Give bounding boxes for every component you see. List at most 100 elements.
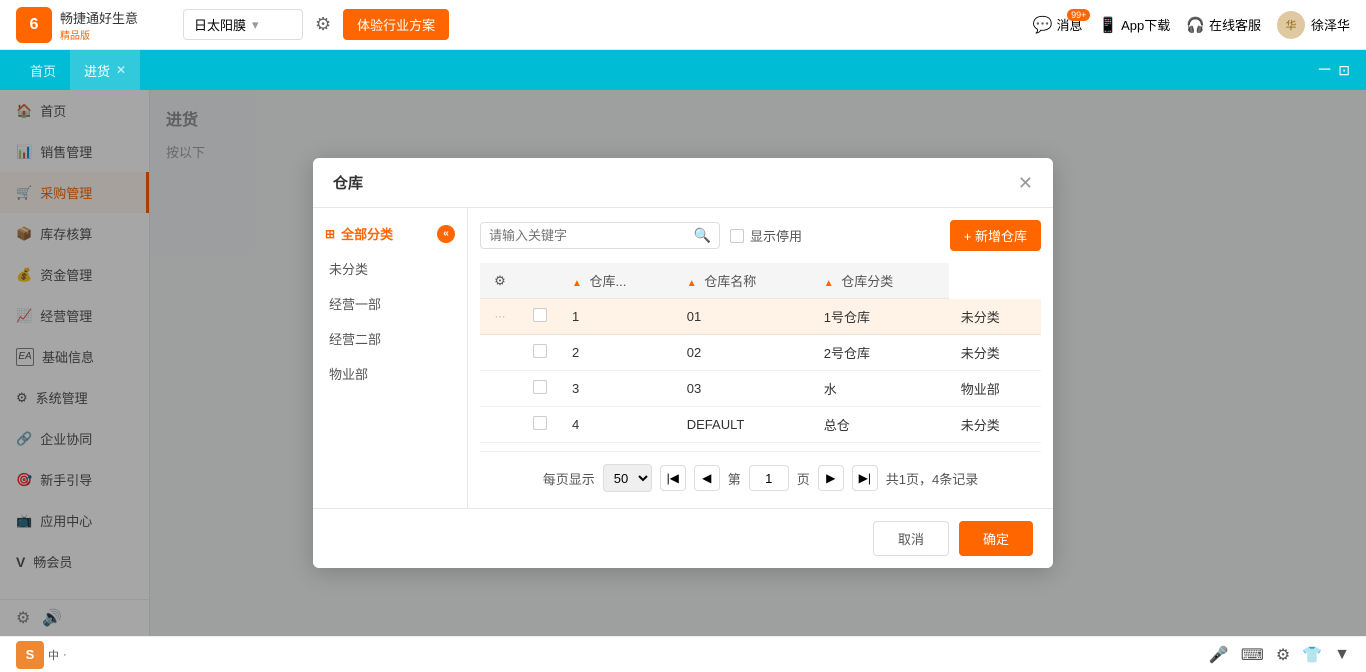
header-right: 💬 99+ 消息 📱 App下载 🎧 在线客服 华 徐泽华 [1033,11,1350,39]
nav-tab-purchase-close[interactable]: ✕ [116,63,126,77]
col-name[interactable]: ▲ 仓库名称 [675,263,812,299]
grid-icon: ⊞ [325,227,335,241]
table-row[interactable]: 2 02 2号仓库 未分类 [480,335,1041,371]
search-box[interactable]: 🔍 [480,222,720,249]
col-category[interactable]: ▲ 仓库分类 [812,263,949,299]
row1-checkbox[interactable] [520,299,560,335]
phone-icon: 📱 [1098,16,1117,34]
row4-code: DEFAULT [675,407,812,443]
modal-body: ⊞ 全部分类 « 未分类 经营一部 经营二部 物业部 [313,208,1053,508]
app-label: App下载 [1121,15,1170,34]
row1-settings: ··· [480,299,520,335]
total-info: 共1页，4条记录 [886,469,978,488]
more-icon[interactable]: ▼ [1334,646,1350,664]
trial-button[interactable]: 体验行业方案 [343,9,449,40]
table-row[interactable]: 3 03 水 物业部 [480,371,1041,407]
row4-settings [480,407,520,443]
user-area[interactable]: 华 徐泽华 [1277,11,1350,39]
row4-index: 4 [560,407,675,443]
avatar: 华 [1277,11,1305,39]
message-notification[interactable]: 💬 99+ 消息 [1033,15,1083,35]
col-category-label: 仓库分类 [841,274,893,289]
top-right-minimize[interactable]: ─ [1319,61,1330,79]
row3-name: 水 [812,371,949,407]
message-icon: 💬 [1033,15,1053,35]
row2-index: 2 [560,335,675,371]
page-first-btn[interactable]: |◀ [660,465,686,491]
row1-index: 1 [560,299,675,335]
modal-overlay[interactable]: 仓库 ✕ ⊞ 全部分类 « 未分类 经营一部 经营二部 [0,90,1366,636]
table-row[interactable]: 4 DEFAULT 总仓 未分类 [480,407,1041,443]
table-panel: 🔍 显示停用 + 新增仓库 ⚙ [468,208,1053,508]
row3-index: 3 [560,371,675,407]
col-name-sort-icon: ▲ [687,278,697,289]
col-checkbox[interactable] [520,263,560,299]
headset-icon: 🎧 [1186,16,1205,34]
logo-text: 畅捷通好生意 精品版 [60,8,138,42]
page-next-btn[interactable]: ▶ [818,465,844,491]
row3-settings [480,371,520,407]
nav-tab-home[interactable]: 首页 [16,50,70,90]
mic-icon[interactable]: 🎤 [1209,645,1229,665]
table-toolbar: 🔍 显示停用 + 新增仓库 [480,220,1041,251]
checkbox-icon[interactable] [730,229,744,243]
nav-tab-purchase[interactable]: 进货 ✕ [70,50,140,90]
col-category-sort-icon: ▲ [824,278,834,289]
row3-category: 物业部 [949,371,1041,407]
row4-name: 总仓 [812,407,949,443]
row2-category: 未分类 [949,335,1041,371]
store-selector[interactable]: 日太阳膜 ▾ [183,9,303,40]
col-settings[interactable]: ⚙ [480,263,520,299]
row3-code: 03 [675,371,812,407]
row3-checkbox[interactable] [520,371,560,407]
category-item-dept1[interactable]: 经营一部 [313,286,467,321]
user-name: 徐泽华 [1311,15,1350,34]
page-prev-btn[interactable]: ◀ [694,465,720,491]
row1-name: 1号仓库 [812,299,949,335]
modal-close-icon[interactable]: ✕ [1018,174,1033,192]
all-categories-header[interactable]: ⊞ 全部分类 « [313,216,467,251]
row4-checkbox-icon[interactable] [533,416,547,430]
online-service[interactable]: 🎧 在线客服 [1186,15,1261,34]
store-name: 日太阳膜 [194,15,246,34]
col-code-sort-icon: ▲ [572,278,582,289]
bottom-logo: S 中 · [16,641,67,669]
top-right-maximize[interactable]: ⊡ [1338,62,1350,79]
keyboard-icon[interactable]: ⌨ [1241,645,1264,665]
row2-name: 2号仓库 [812,335,949,371]
page-input[interactable] [749,465,789,491]
search-input[interactable] [489,228,694,243]
table-row[interactable]: ··· 1 01 1号仓库 未分类 [480,299,1041,335]
row2-checkbox[interactable] [520,335,560,371]
row3-checkbox-icon[interactable] [533,380,547,394]
show-disabled-label: 显示停用 [750,226,802,245]
per-page-select[interactable]: 50 [603,464,652,492]
collapse-button[interactable]: « [437,225,455,243]
add-warehouse-button[interactable]: + 新增仓库 [950,220,1041,251]
dropdown-arrow-icon: ▾ [252,17,259,33]
row2-checkbox-icon[interactable] [533,344,547,358]
warehouse-modal: 仓库 ✕ ⊞ 全部分类 « 未分类 经营一部 经营二部 [313,158,1053,568]
pagination: 每页显示 50 |◀ ◀ 第 页 ▶ ▶| 共1页，4条记录 [480,451,1041,496]
confirm-button[interactable]: 确定 [959,521,1033,556]
page-last-btn[interactable]: ▶| [852,465,878,491]
settings-icon[interactable]: ⚙ [1276,645,1290,665]
bottom-bar: S 中 · 🎤 ⌨ ⚙ 👕 ▼ [0,636,1366,672]
row4-checkbox[interactable] [520,407,560,443]
app-download[interactable]: 📱 App下载 [1098,15,1170,34]
row1-code: 01 [675,299,812,335]
category-item-unclassified[interactable]: 未分类 [313,251,467,286]
modal-title: 仓库 [333,172,363,193]
show-disabled-checkbox[interactable]: 显示停用 [730,226,802,245]
warehouse-table: ⚙ ▲ 仓库... ▲ 仓库名称 [480,263,1041,443]
modal-footer: 取消 确定 [313,508,1053,568]
per-page-label: 每页显示 [543,469,595,488]
category-item-property[interactable]: 物业部 [313,356,467,391]
cancel-button[interactable]: 取消 [873,521,949,556]
logo-area: 6 畅捷通好生意 精品版 [16,7,171,43]
row1-checkbox-icon[interactable] [533,308,547,322]
col-code[interactable]: ▲ 仓库... [560,263,675,299]
category-item-dept2[interactable]: 经营二部 [313,321,467,356]
settings-icon[interactable]: ⚙ [315,14,331,35]
row4-category: 未分类 [949,407,1041,443]
